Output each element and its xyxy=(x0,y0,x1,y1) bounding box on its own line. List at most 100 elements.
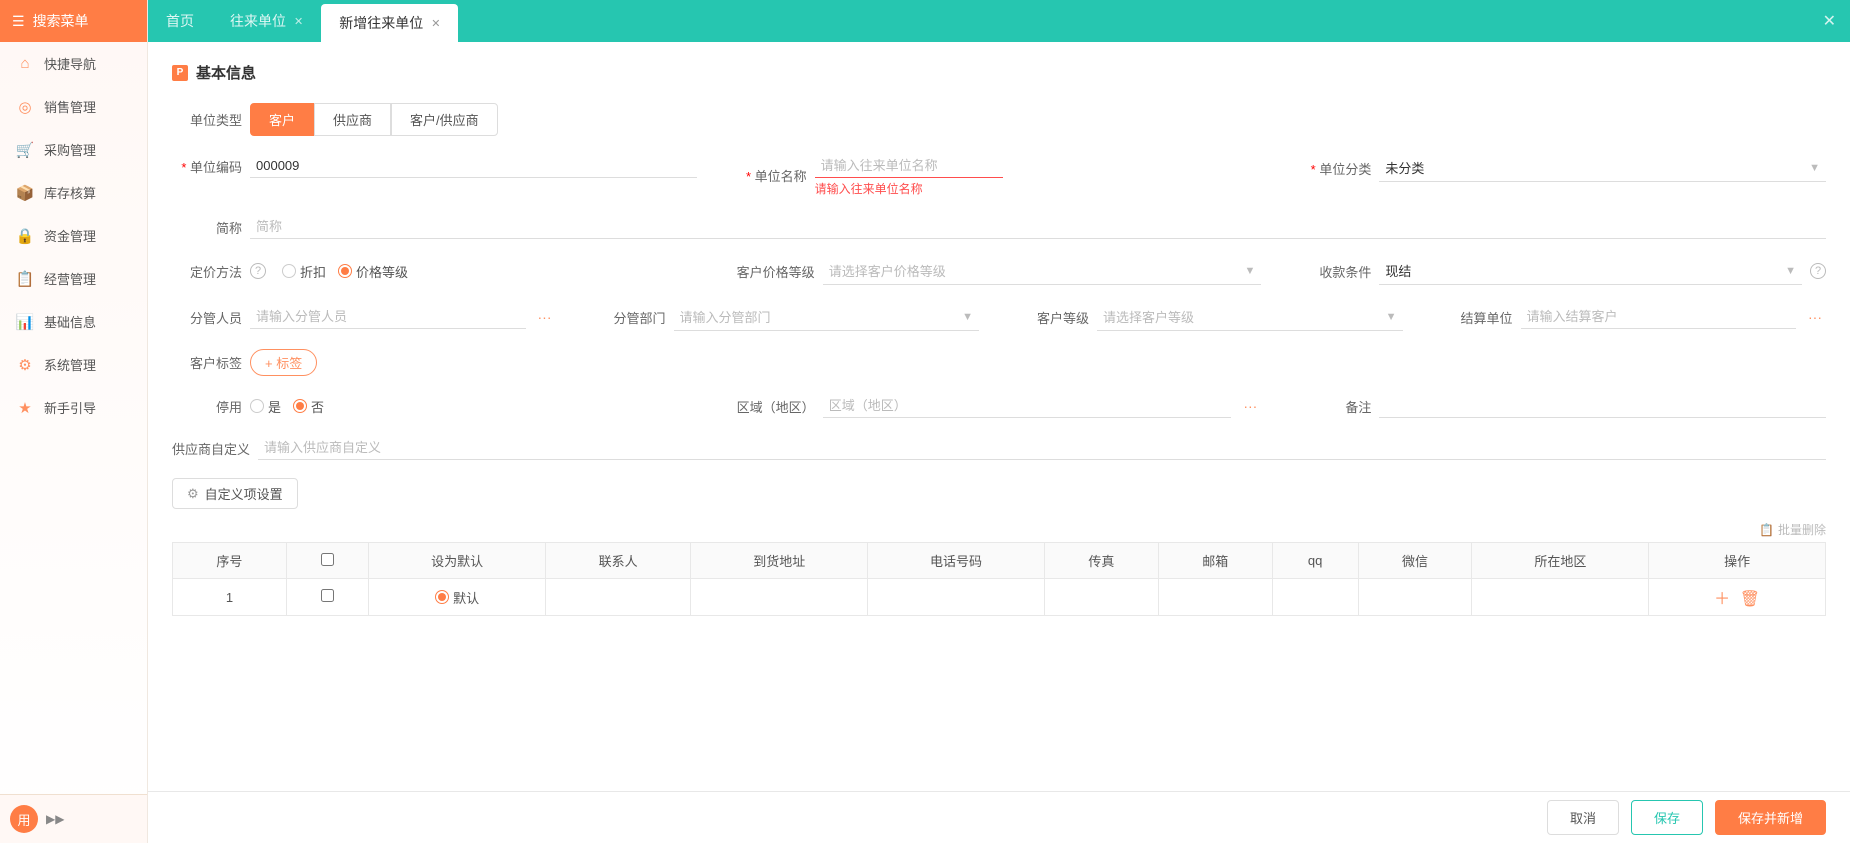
finance-icon: 🔒 xyxy=(16,227,34,245)
tabbar: 首页 往来单位 ✕ 新增往来单位 ✕ ✕ xyxy=(148,0,1850,42)
supplier-custom-input[interactable] xyxy=(258,436,1826,460)
unit-name-label: 单位名称 xyxy=(737,166,807,185)
row-short-name: 简称 xyxy=(172,215,1826,239)
manager-more-btn[interactable]: ··· xyxy=(534,309,556,325)
sidebar-item-label: 经营管理 xyxy=(44,269,96,288)
inventory-icon: 📦 xyxy=(16,184,34,202)
field-remark: 备注 xyxy=(1301,394,1826,418)
settlement-more-btn[interactable]: ··· xyxy=(1804,309,1826,325)
sidebar-item-label: 销售管理 xyxy=(44,97,96,116)
sidebar-item-quick-nav[interactable]: ⌂ 快捷导航 xyxy=(0,42,147,85)
sales-icon: ◎ xyxy=(16,98,34,116)
col-fax: 传真 xyxy=(1044,543,1158,579)
sidebar-item-label: 快捷导航 xyxy=(44,54,96,73)
sidebar-item-operation[interactable]: 📋 经营管理 xyxy=(0,257,147,300)
sidebar-item-label: 采购管理 xyxy=(44,140,96,159)
remark-input[interactable] xyxy=(1379,394,1826,418)
col-default: 设为默认 xyxy=(369,543,546,579)
btn-supplier[interactable]: 供应商 xyxy=(314,103,391,136)
unit-name-error: 请输入往来单位名称 xyxy=(815,180,1003,197)
sidebar-item-sales[interactable]: ◎ 销售管理 xyxy=(0,85,147,128)
cell-wechat xyxy=(1358,579,1472,616)
manager-input[interactable] xyxy=(250,305,526,329)
col-email: 邮箱 xyxy=(1158,543,1272,579)
unit-type-row: 单位类型 客户 供应商 客户/供应商 xyxy=(172,103,1826,136)
sidebar-item-label: 基础信息 xyxy=(44,312,96,331)
row-default-radio[interactable]: 默认 xyxy=(379,588,535,607)
col-wechat: 微信 xyxy=(1358,543,1472,579)
pricing-radio-group: 折扣 价格等级 xyxy=(282,262,408,281)
btn-customer[interactable]: 客户 xyxy=(250,103,314,136)
field-unit-name: 单位名称 请输入往来单位名称 xyxy=(737,154,1262,197)
settlement-label: 结算单位 xyxy=(1443,308,1513,327)
sidebar-item-basic[interactable]: 📊 基础信息 xyxy=(0,300,147,343)
basic-icon: 📊 xyxy=(16,313,34,331)
radio-price-level-label: 价格等级 xyxy=(356,262,408,281)
field-unit-code: 单位编码 xyxy=(172,154,697,178)
tab-new-partner[interactable]: 新增往来单位 ✕ xyxy=(321,4,458,42)
region-input[interactable] xyxy=(823,394,1232,418)
delete-row-btn[interactable]: 🗑 xyxy=(1737,589,1763,609)
radio-disable-yes[interactable]: 是 xyxy=(250,397,281,416)
batch-delete-label[interactable]: 批量删除 xyxy=(1778,521,1826,538)
payment-condition-select[interactable]: 现结 ▼ xyxy=(1379,257,1802,285)
unit-category-value: 未分类 xyxy=(1385,158,1809,177)
sidebar-item-purchase[interactable]: 🛒 采购管理 xyxy=(0,128,147,171)
row-checkbox[interactable] xyxy=(321,589,334,602)
supplier-custom-label: 供应商自定义 xyxy=(172,439,250,458)
col-location: 所在地区 xyxy=(1472,543,1649,579)
col-contact: 联系人 xyxy=(546,543,691,579)
short-name-input[interactable] xyxy=(250,215,1826,239)
unit-type-label: 单位类型 xyxy=(172,110,242,129)
payment-condition-arrow: ▼ xyxy=(1785,265,1796,277)
sidebar-search[interactable]: ☰ 搜索菜单 xyxy=(0,0,147,42)
sidebar-item-guide[interactable]: ★ 新手引导 xyxy=(0,386,147,429)
sidebar-item-system[interactable]: ⚙ 系统管理 xyxy=(0,343,147,386)
customer-price-select[interactable]: 请选择客户价格等级 ▼ xyxy=(823,257,1262,285)
tab-partners[interactable]: 往来单位 ✕ xyxy=(212,0,321,42)
sidebar-item-inventory[interactable]: 📦 库存核算 xyxy=(0,171,147,214)
settlement-input[interactable] xyxy=(1521,305,1797,329)
sidebar-item-finance[interactable]: 🔒 资金管理 xyxy=(0,214,147,257)
btn-both[interactable]: 客户/供应商 xyxy=(391,103,498,136)
tab-partners-close[interactable]: ✕ xyxy=(294,15,303,28)
field-settlement: 结算单位 ··· xyxy=(1443,305,1827,329)
quick-nav-icon: ⌂ xyxy=(16,55,34,73)
radio-discount[interactable]: 折扣 xyxy=(282,262,326,281)
customer-level-select[interactable]: 请选择客户等级 ▼ xyxy=(1097,303,1403,331)
radio-price-level[interactable]: 价格等级 xyxy=(338,262,408,281)
field-pricing-method: 定价方法 ? 折扣 价格等级 xyxy=(172,262,697,281)
region-more-btn[interactable]: ··· xyxy=(1239,398,1261,414)
section-icon: P xyxy=(172,65,188,81)
save-button[interactable]: 保存 xyxy=(1631,800,1703,835)
select-all-checkbox[interactable] xyxy=(321,553,334,566)
dept-select[interactable]: 请输入分管部门 ▼ xyxy=(674,303,980,331)
radio-disable-no[interactable]: 否 xyxy=(293,397,324,416)
content-area: P 基本信息 单位类型 客户 供应商 客户/供应商 单位编码 单位名称 请输入往… xyxy=(148,42,1850,791)
row-supplier-custom: 供应商自定义 xyxy=(172,436,1826,460)
add-row-btn[interactable]: ＋ xyxy=(1711,585,1733,609)
table-header-row: 序号 设为默认 联系人 到货地址 电话号码 传真 邮箱 qq 微信 所在地区 操… xyxy=(173,543,1826,579)
payment-help-icon[interactable]: ? xyxy=(1810,263,1826,279)
cell-default: 默认 xyxy=(369,579,546,616)
short-name-label: 简称 xyxy=(172,218,242,237)
sidebar-item-label: 库存核算 xyxy=(44,183,96,202)
close-all-tabs[interactable]: ✕ xyxy=(1809,11,1850,31)
default-radio-circle xyxy=(435,590,449,604)
custom-settings-btn[interactable]: ⚙ 自定义项设置 xyxy=(172,478,298,509)
cancel-button[interactable]: 取消 xyxy=(1547,800,1619,835)
radio-discount-circle xyxy=(282,264,296,278)
system-icon: ⚙ xyxy=(16,356,34,374)
unit-name-input[interactable] xyxy=(815,154,1003,178)
batch-delete-area: 📋 批量删除 xyxy=(172,521,1826,538)
add-tag-btn[interactable]: + 标签 xyxy=(250,349,317,376)
manager-label: 分管人员 xyxy=(172,308,242,327)
customer-price-arrow: ▼ xyxy=(1244,265,1255,277)
sidebar: ☰ 搜索菜单 ⌂ 快捷导航 ◎ 销售管理 🛒 采购管理 📦 库存核算 🔒 资金管… xyxy=(0,0,148,843)
unit-code-input[interactable] xyxy=(250,154,697,178)
unit-category-select[interactable]: 未分类 ▼ xyxy=(1379,154,1826,182)
pricing-help-icon[interactable]: ? xyxy=(250,263,266,279)
save-new-button[interactable]: 保存并新增 xyxy=(1715,800,1826,835)
tab-home[interactable]: 首页 xyxy=(148,0,212,42)
tab-new-partner-close[interactable]: ✕ xyxy=(431,17,440,30)
